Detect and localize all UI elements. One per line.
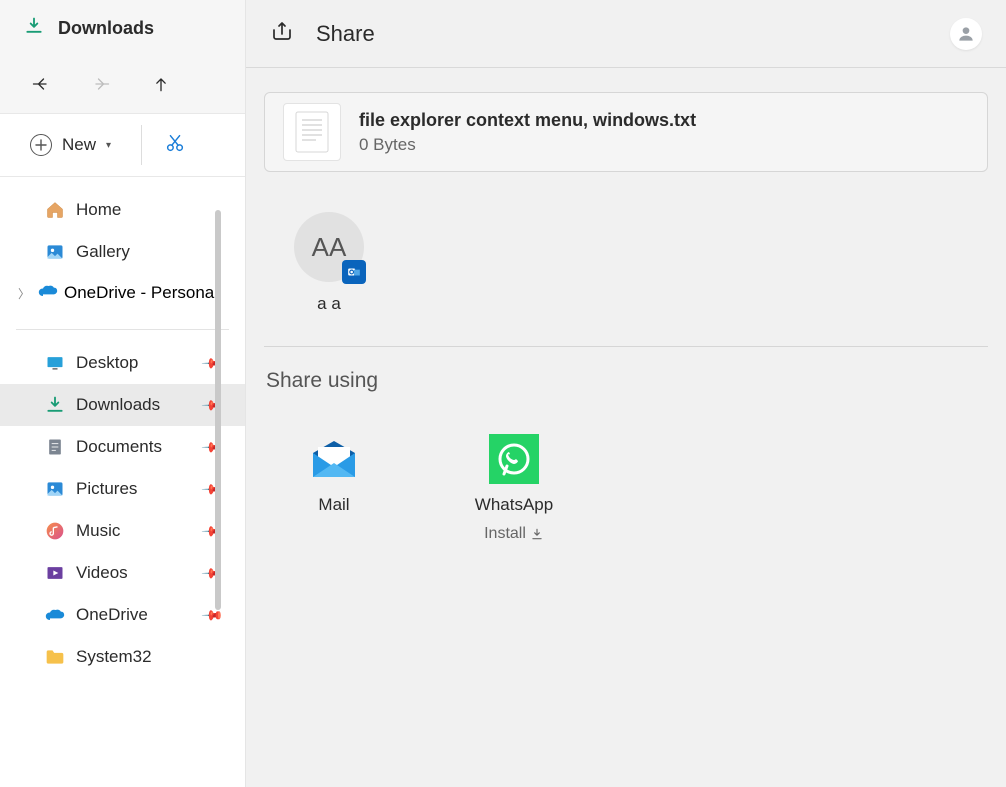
sidebar-item-videos[interactable]: Videos📌 <box>0 552 245 594</box>
up-button[interactable] <box>150 73 172 95</box>
explorer-toolbar: New ▾ <box>0 113 245 177</box>
text-file-icon <box>283 103 341 161</box>
onedrive-icon <box>38 283 58 303</box>
share-title: Share <box>316 21 375 47</box>
apps-row: Mail WhatsApp Install <box>264 393 988 543</box>
explorer-header: Downloads <box>0 0 245 53</box>
desktop-icon <box>44 352 66 374</box>
download-arrow-icon <box>24 16 44 41</box>
onedrive-icon <box>44 604 66 626</box>
app-name: Mail <box>318 495 349 515</box>
sidebar-item-downloads[interactable]: Downloads📌 <box>0 384 245 426</box>
sidebar-item-label: System32 <box>76 647 152 667</box>
navigation-bar <box>0 53 245 113</box>
videos-icon <box>44 562 66 584</box>
share-using-label: Share using <box>264 347 988 393</box>
download-icon <box>530 527 544 541</box>
chevron-down-icon: ▾ <box>106 140 111 151</box>
navigation-tree[interactable]: Home Gallery 〉 OneDrive - Personal Deskt… <box>0 177 245 787</box>
shared-file-card: file explorer context menu, windows.txt … <box>264 92 988 172</box>
share-body: file explorer context menu, windows.txt … <box>246 68 1006 543</box>
app-name: WhatsApp <box>475 495 553 515</box>
share-header: Share <box>246 0 1006 68</box>
sidebar-item-home[interactable]: Home <box>0 189 245 231</box>
documents-icon <box>44 436 66 458</box>
sidebar-item-label: Home <box>76 200 121 220</box>
contacts-row: AA a a <box>264 172 988 334</box>
file-name: file explorer context menu, windows.txt <box>359 110 696 131</box>
share-icon <box>270 19 294 48</box>
app-install-label: Install <box>484 525 544 543</box>
sidebar-item-label: Desktop <box>76 353 138 373</box>
sidebar-item-pictures[interactable]: Pictures📌 <box>0 468 245 510</box>
whatsapp-icon <box>488 433 540 485</box>
file-info: file explorer context menu, windows.txt … <box>359 110 696 155</box>
contact-item[interactable]: AA a a <box>294 212 364 314</box>
sidebar-divider <box>16 329 229 330</box>
file-explorer-panel: Downloads New ▾ Home <box>0 0 246 787</box>
sidebar-item-label: OneDrive <box>76 605 148 625</box>
sidebar-item-label: Gallery <box>76 242 130 262</box>
sidebar-item-label: OneDrive - Personal <box>64 283 218 303</box>
sidebar-item-label: Downloads <box>76 395 160 415</box>
sidebar-item-desktop[interactable]: Desktop📌 <box>0 342 245 384</box>
sidebar-item-label: Pictures <box>76 479 137 499</box>
contact-avatar: AA <box>294 212 364 282</box>
sidebar-item-music[interactable]: Music📌 <box>0 510 245 552</box>
sidebar-item-onedrive-personal[interactable]: 〉 OneDrive - Personal <box>0 273 245 313</box>
pictures-icon <box>44 478 66 500</box>
file-size: 0 Bytes <box>359 135 696 155</box>
sidebar-item-label: Documents <box>76 437 162 457</box>
chevron-right-icon: 〉 <box>16 285 32 302</box>
new-label: New <box>62 135 96 155</box>
contact-label: a a <box>317 294 341 314</box>
music-icon <box>44 520 66 542</box>
mail-app-icon <box>308 433 360 485</box>
download-arrow-icon <box>44 394 66 416</box>
sidebar-item-gallery[interactable]: Gallery <box>0 231 245 273</box>
app-mail[interactable]: Mail <box>284 433 384 543</box>
forward-button[interactable] <box>90 73 112 95</box>
new-button[interactable]: New ▾ <box>22 128 119 162</box>
sidebar-item-label: Music <box>76 521 120 541</box>
outlook-badge-icon <box>342 260 366 284</box>
folder-icon <box>44 646 66 668</box>
share-panel: Share file explorer context menu, window… <box>246 0 1006 787</box>
cut-button[interactable] <box>164 132 186 159</box>
back-button[interactable] <box>30 73 52 95</box>
contact-initials: AA <box>312 232 347 263</box>
gallery-icon <box>44 241 66 263</box>
scrollbar[interactable] <box>215 210 221 610</box>
home-icon <box>44 199 66 221</box>
plus-icon <box>30 134 52 156</box>
toolbar-separator <box>141 125 142 165</box>
sidebar-item-system32[interactable]: System32 <box>0 636 245 678</box>
app-whatsapp[interactable]: WhatsApp Install <box>464 433 564 543</box>
sidebar-item-onedrive[interactable]: OneDrive📌 <box>0 594 245 636</box>
sidebar-item-label: Videos <box>76 563 128 583</box>
user-avatar[interactable] <box>950 18 982 50</box>
explorer-title: Downloads <box>58 18 154 39</box>
sidebar-item-documents[interactable]: Documents📌 <box>0 426 245 468</box>
